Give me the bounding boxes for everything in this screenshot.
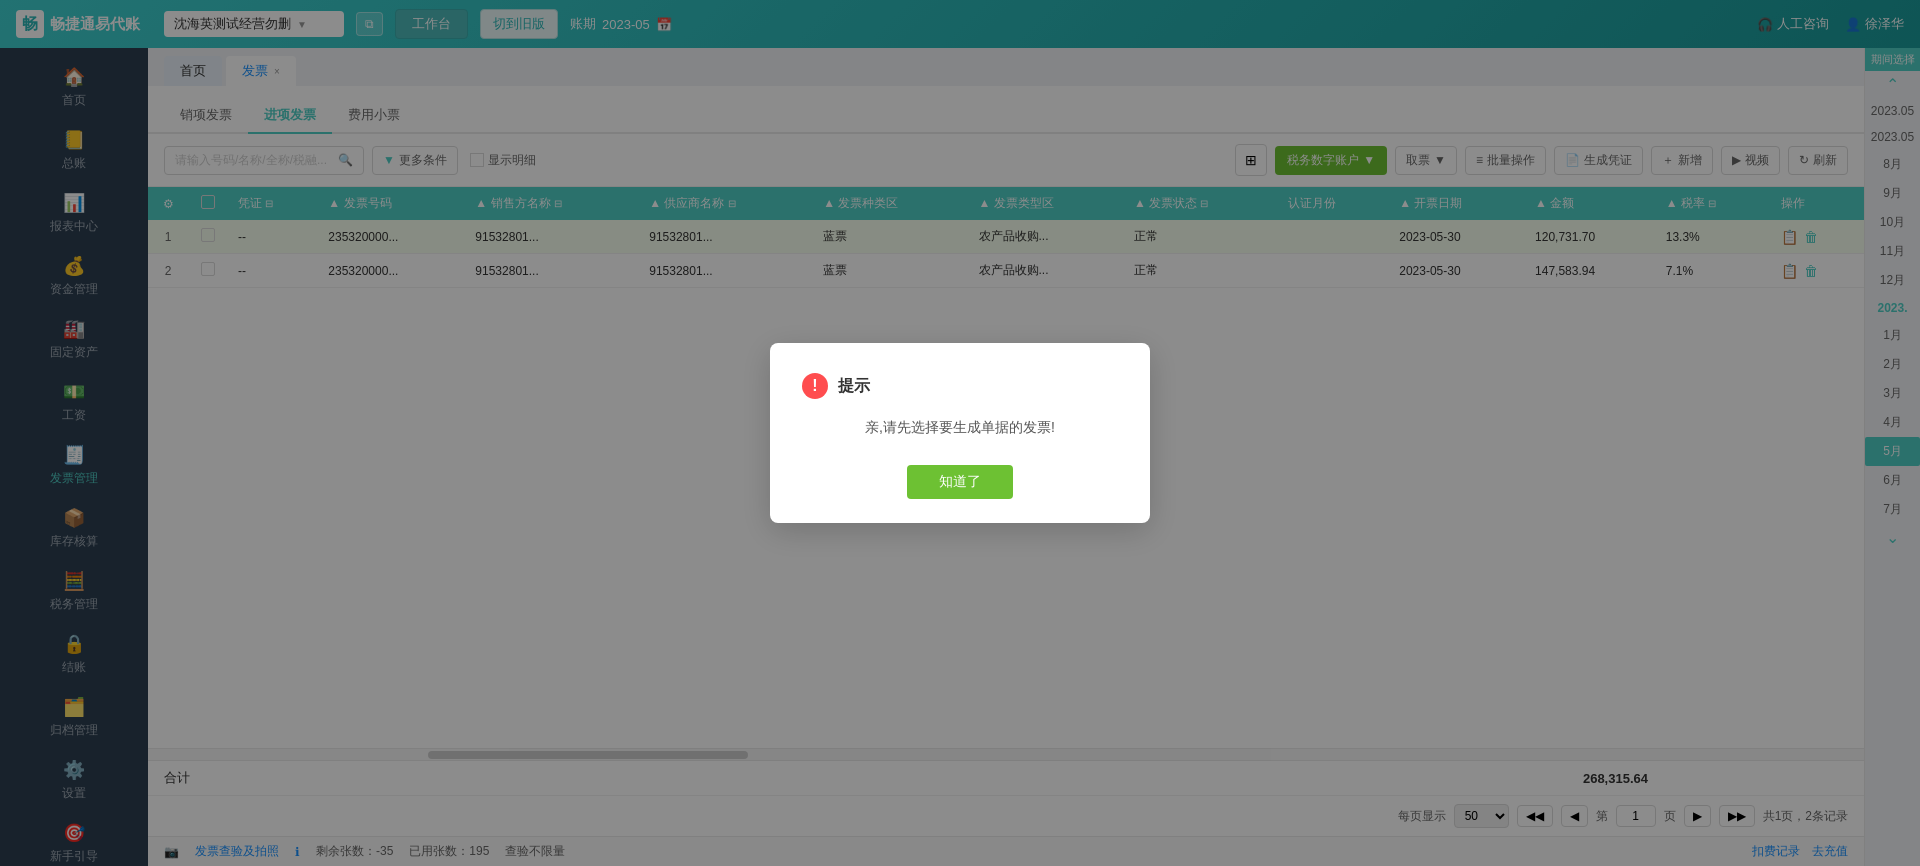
modal-ok-label: 知道了 [939,473,981,489]
modal-message: 亲,请先选择要生成单据的发票! [865,419,1055,435]
modal-overlay: ! 提示 亲,请先选择要生成单据的发票! 知道了 [0,0,1920,866]
modal-header: ! 提示 [802,373,1118,399]
modal-ok-btn[interactable]: 知道了 [907,465,1013,499]
modal-footer: 知道了 [907,465,1013,499]
modal-dialog: ! 提示 亲,请先选择要生成单据的发票! 知道了 [770,343,1150,523]
modal-body: 亲,请先选择要生成单据的发票! [865,415,1055,441]
modal-warn-icon: ! [802,373,828,399]
modal-title: 提示 [838,376,870,397]
